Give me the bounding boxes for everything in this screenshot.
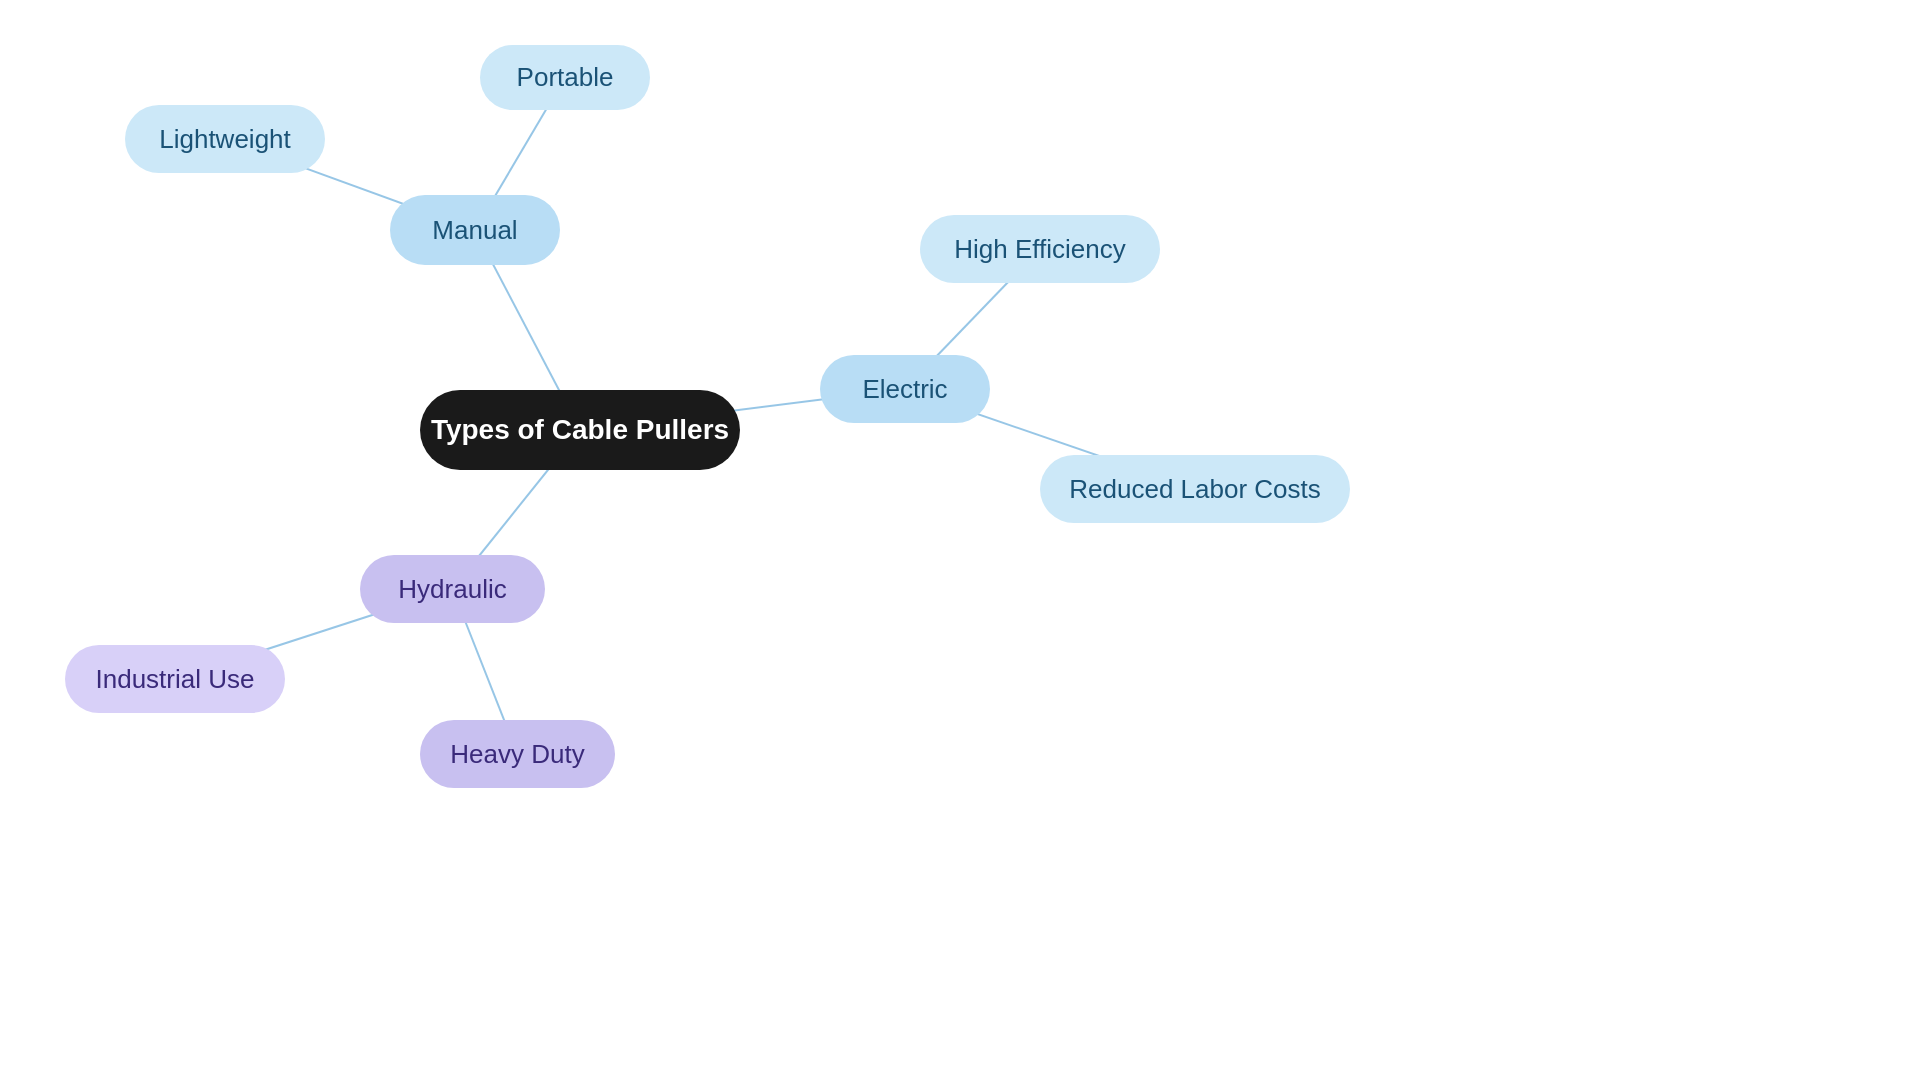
heavy-duty-node: Heavy Duty — [420, 720, 615, 788]
electric-node: Electric — [820, 355, 990, 423]
lightweight-node: Lightweight — [125, 105, 325, 173]
portable-node: Portable — [480, 45, 650, 110]
industrial-use-node: Industrial Use — [65, 645, 285, 713]
high-efficiency-node: High Efficiency — [920, 215, 1160, 283]
hydraulic-node: Hydraulic — [360, 555, 545, 623]
manual-node: Manual — [390, 195, 560, 265]
reduced-labor-costs-node: Reduced Labor Costs — [1040, 455, 1350, 523]
center-node: Types of Cable Pullers — [420, 390, 740, 470]
